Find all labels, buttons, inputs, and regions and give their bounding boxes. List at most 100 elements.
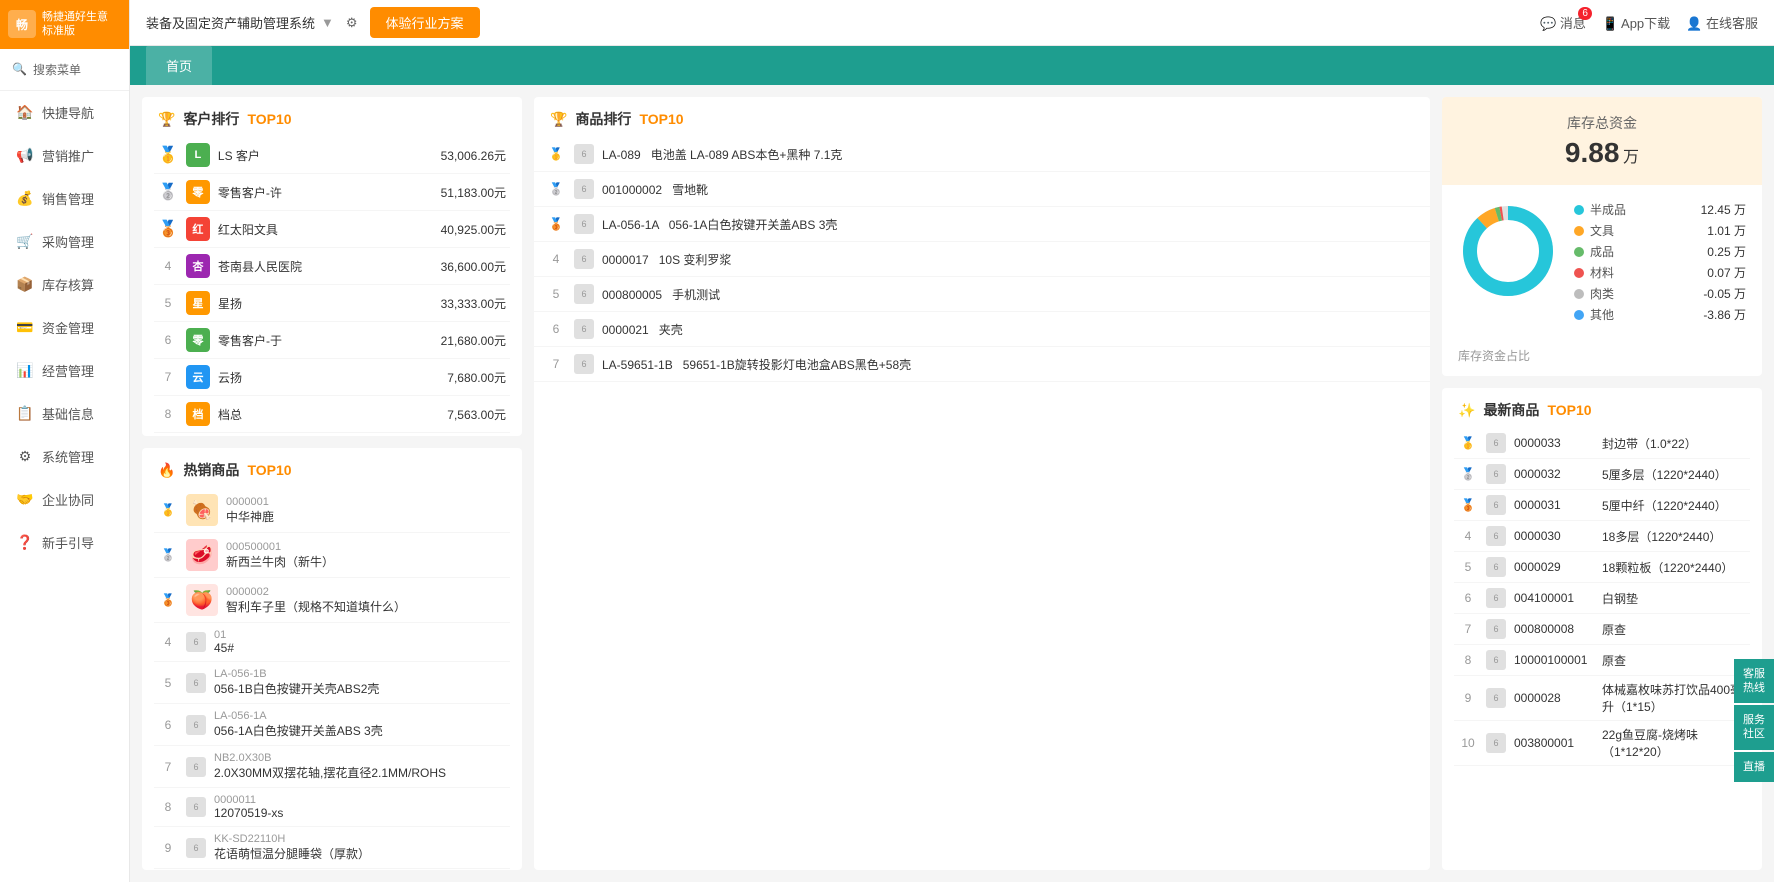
product-placeholder: 6	[574, 319, 594, 339]
product-image: 🍖	[186, 494, 218, 526]
list-item: 🥈 6 001000002 雪地靴	[534, 172, 1430, 207]
avatar: 零	[186, 180, 210, 204]
mid-product-list: 🥇 6 LA-089 电池盖 LA-089 ABS本色+黑种 7.1克 🥈 6 …	[534, 137, 1430, 382]
service-community-button[interactable]: 服务社区	[1734, 705, 1774, 750]
sidebar-search-area: 🔍 搜索菜单	[0, 49, 129, 91]
new-icon: ✨	[1458, 402, 1475, 419]
list-item: 8 6 0000011 12070519-xs	[154, 788, 510, 827]
list-item: 4 6 0000030 18多层（1220*2440）	[1454, 521, 1750, 552]
rank-badge: 9	[158, 841, 178, 855]
avatar: L	[186, 143, 210, 167]
table-row: 🥉 红 红太阳文具 40,925.00元	[154, 211, 510, 248]
logo-text: 畅捷通好生意 标准版	[42, 10, 108, 39]
search-menu-button[interactable]: 🔍 搜索菜单	[8, 57, 121, 82]
product-placeholder: 6	[1486, 433, 1506, 453]
rank-badge: 🥇	[158, 503, 178, 517]
list-item: 10 6 003800001 22g鱼豆腐-烧烤味（1*12*20）	[1454, 721, 1750, 766]
product-placeholder: 6	[1486, 650, 1506, 670]
message-icon: 💬	[1540, 16, 1556, 31]
message-button[interactable]: 💬 消息 6	[1540, 13, 1586, 32]
trial-button[interactable]: 体验行业方案	[370, 7, 480, 38]
finance-icon: 💳	[16, 318, 34, 336]
enterprise-icon: 🤝	[16, 490, 34, 508]
list-item: 🥉 🍑 0000002 智利车子里（规格不知道填什么）	[154, 578, 510, 623]
table-row: 4 杏 苍南县人民医院 36,600.00元	[154, 248, 510, 285]
sidebar-item-finance[interactable]: 💳 资金管理	[0, 306, 129, 349]
inventory-chart-area: 半成品 12.45 万 文具 1.01 万 成品 0.25 万	[1442, 185, 1762, 343]
float-buttons: 客服热线 服务社区 直播	[1734, 659, 1774, 782]
list-item: 5 6 000800005 手机测试	[534, 277, 1430, 312]
mid-product-title: 🏆 商品排行 TOP10	[534, 97, 1430, 137]
customer-service-button[interactable]: 客服热线	[1734, 659, 1774, 704]
app-download-button[interactable]: 📱 App下载	[1602, 13, 1670, 32]
sidebar-logo[interactable]: 畅 畅捷通好生意 标准版	[0, 0, 129, 49]
main-content: 装备及固定资产辅助管理系统 ▼ ⚙ 体验行业方案 💬 消息 6 📱 App下载 …	[130, 0, 1774, 882]
hot-products-list: 🥇 🍖 0000001 中华神鹿 🥈 🥩 000500001 新西兰牛肉（新牛）	[142, 488, 522, 870]
product-placeholder: 6	[574, 354, 594, 374]
legend-color-dot	[1574, 226, 1584, 236]
product-info: 0000011 12070519-xs	[214, 794, 506, 820]
product-info: 0000002 智利车子里（规格不知道填什么）	[226, 586, 506, 615]
table-row: 🥇 L LS 客户 53,006.26元	[154, 137, 510, 174]
newest-products-list: 🥇 6 0000033 封边带（1.0*22） 🥈 6 0000032 5厘多层…	[1442, 428, 1762, 778]
product-placeholder: 6	[1486, 464, 1506, 484]
customer-ranking-card: 🏆 客户排行 TOP10 🥇 L LS 客户 53,006.26元 🥈 零 零售…	[142, 97, 522, 436]
list-item: 6 6 004100001 白钢垫	[1454, 583, 1750, 614]
sidebar-item-guide[interactable]: ❓ 新手引导	[0, 521, 129, 564]
legend-color-dot	[1574, 205, 1584, 215]
right-column: 库存总资金 9.88 万	[1442, 97, 1762, 870]
settings-icon[interactable]: ⚙	[346, 15, 358, 31]
avatar: 档	[186, 402, 210, 426]
table-row: 🥈 零 零售客户-许 51,183.00元	[154, 174, 510, 211]
list-item: 7 6 000800008 原查	[1454, 614, 1750, 645]
bronze-medal-icon: 🥉	[158, 219, 178, 239]
list-item: 5 6 0000029 18颗粒板（1220*2440）	[1454, 552, 1750, 583]
inventory-title: 库存总资金	[1458, 113, 1746, 133]
sidebar-item-purchase[interactable]: 🛒 采购管理	[0, 220, 129, 263]
sidebar-item-inventory[interactable]: 📦 库存核算	[0, 263, 129, 306]
list-item: 7 6 NB2.0X30B 2.0X30MM双摆花轴,摆花直径2.1MM/ROH…	[154, 746, 510, 788]
product-placeholder: 6	[1486, 619, 1506, 639]
dropdown-arrow-icon[interactable]: ▼	[321, 15, 334, 30]
product-placeholder: 6	[186, 632, 206, 652]
live-broadcast-button[interactable]: 直播	[1734, 752, 1774, 782]
customer-ranking-title: 🏆 客户排行 TOP10	[142, 97, 522, 137]
customer-rank-list: 🥇 L LS 客户 53,006.26元 🥈 零 零售客户-许 51,183.0…	[142, 137, 522, 436]
product-image: 🍑	[186, 584, 218, 616]
legend-color-dot	[1574, 268, 1584, 278]
sidebar-item-enterprise[interactable]: 🤝 企业协同	[0, 478, 129, 521]
legend-item-material: 材料 0.07 万	[1574, 264, 1746, 281]
inventory-chart-label: 库存资金占比	[1442, 343, 1762, 376]
tab-home[interactable]: 首页	[146, 46, 212, 85]
hot-products-title: 🔥 热销商品 TOP10	[142, 448, 522, 488]
sidebar-item-system[interactable]: ⚙ 系统管理	[0, 435, 129, 478]
rank-badge: 6	[158, 718, 178, 732]
sidebar-item-sales[interactable]: 💰 销售管理	[0, 177, 129, 220]
legend-item-meat: 肉类 -0.05 万	[1574, 285, 1746, 302]
inventory-value-display: 9.88 万	[1458, 137, 1746, 169]
inventory-header: 库存总资金 9.88 万	[1442, 97, 1762, 185]
product-placeholder: 6	[186, 838, 206, 858]
basic-info-icon: 📋	[16, 404, 34, 422]
product-placeholder: 6	[1486, 526, 1506, 546]
mid-column: 🏆 商品排行 TOP10 🥇 6 LA-089 电池盖 LA-089 ABS本色…	[534, 97, 1430, 870]
avatar: 红	[186, 217, 210, 241]
legend-color-dot	[1574, 247, 1584, 257]
system-icon: ⚙	[16, 447, 34, 465]
mid-product-ranking-card: 🏆 商品排行 TOP10 🥇 6 LA-089 电池盖 LA-089 ABS本色…	[534, 97, 1430, 870]
sidebar-item-quick-nav[interactable]: 🏠 快捷导航	[0, 91, 129, 134]
rank-badge: 4	[158, 635, 178, 649]
online-service-button[interactable]: 👤 在线客服	[1686, 13, 1758, 32]
product-placeholder: 6	[574, 179, 594, 199]
sidebar-item-operations[interactable]: 📊 经营管理	[0, 349, 129, 392]
sidebar-item-marketing[interactable]: 📢 营销推广	[0, 134, 129, 177]
newest-products-title: ✨ 最新商品 TOP10	[1442, 388, 1762, 428]
sidebar: 畅 畅捷通好生意 标准版 🔍 搜索菜单 🏠 快捷导航 📢 营销推广 💰 销售管理…	[0, 0, 130, 882]
rank-badge: 8	[158, 800, 178, 814]
list-item: 🥉 6 0000031 5厘中纤（1220*2440）	[1454, 490, 1750, 521]
product-info: LA-056-1B 056-1B白色按键开关壳ABS2壳	[214, 668, 506, 697]
inventory-icon: 📦	[16, 275, 34, 293]
rank-badge: 🥈	[158, 548, 178, 562]
product-info: KK-SD22110H 花语萌恒温分腿睡袋（厚款）	[214, 833, 506, 862]
sidebar-item-basic-info[interactable]: 📋 基础信息	[0, 392, 129, 435]
